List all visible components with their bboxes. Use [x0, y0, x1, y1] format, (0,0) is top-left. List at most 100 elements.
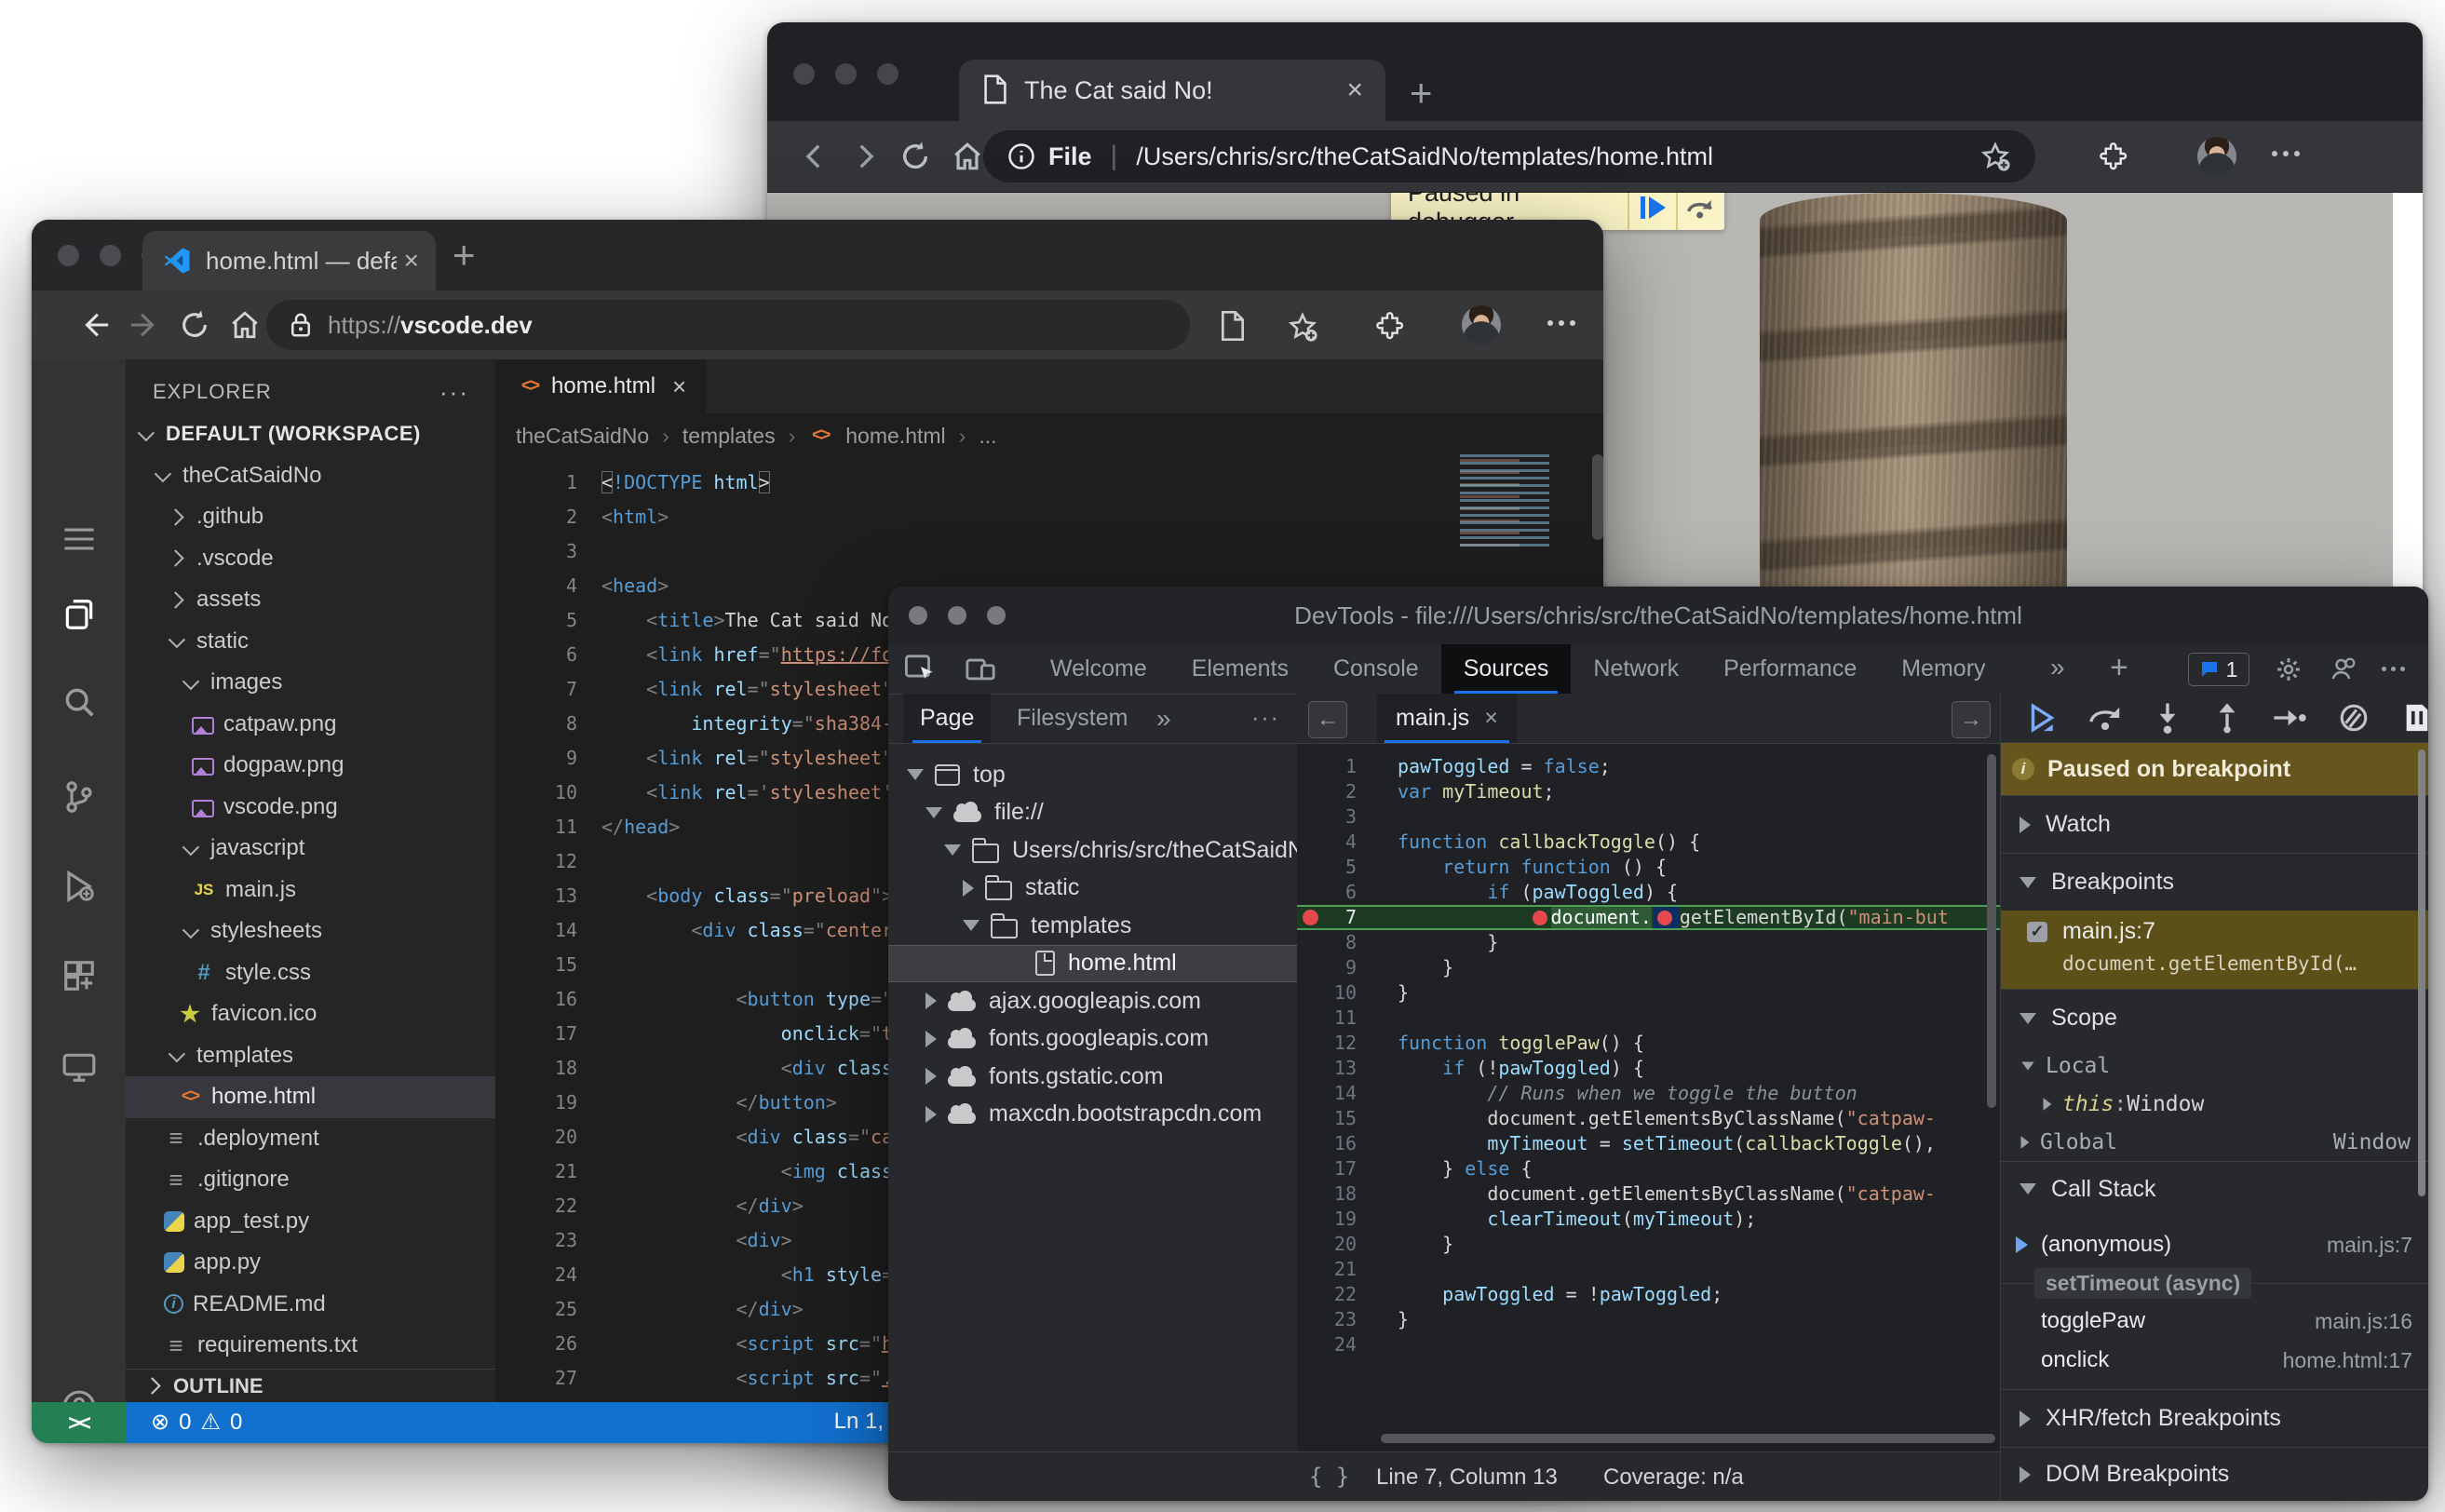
source-tab-mainjs[interactable]: main.js × — [1377, 694, 1517, 743]
source-line[interactable]: 2 var myTimeout; — [1297, 779, 2000, 804]
device-toolbar-icon[interactable] — [965, 655, 996, 684]
source-control-icon[interactable] — [32, 764, 126, 830]
source-line[interactable]: 6 if (pawToggled) { — [1297, 880, 2000, 905]
issues-badge[interactable]: 1 — [2188, 653, 2249, 686]
source-line[interactable]: 19 clearTimeout(myTimeout); — [1297, 1207, 2000, 1232]
menu-dots-icon[interactable] — [1547, 320, 1575, 326]
home-icon[interactable] — [229, 309, 261, 341]
explorer-item[interactable]: app_test.py — [126, 1201, 495, 1243]
breadcrumb-item[interactable]: theCatSaidNo — [516, 424, 649, 449]
resume-script-button[interactable] — [1628, 193, 1676, 230]
scope-row-this[interactable]: this: Window — [2001, 1085, 2428, 1123]
devtools-menu-dots-icon[interactable] — [2382, 667, 2405, 671]
source-line[interactable]: 3 — [1297, 804, 2000, 830]
address-bar[interactable]: File | /Users/chris/src/theCatSaidNo/tem… — [983, 130, 2035, 182]
forward-icon[interactable] — [128, 309, 160, 341]
bookmark-star-icon[interactable] — [1979, 141, 2011, 172]
source-line[interactable]: 18 document.getElementsByClassName("catp… — [1297, 1181, 2000, 1207]
minimize-button[interactable] — [835, 63, 857, 85]
new-tab-button[interactable]: + — [1410, 71, 1433, 115]
close-editor-icon[interactable]: × — [672, 372, 686, 401]
step-out-button[interactable] — [2213, 702, 2241, 734]
pause-on-exceptions-button[interactable] — [2401, 702, 2428, 734]
devtools-tab-elements[interactable]: Elements — [1169, 644, 1311, 694]
minimap[interactable] — [1460, 454, 1590, 559]
explorer-item[interactable]: .deployment — [126, 1118, 495, 1160]
code-line[interactable]: 3 — [495, 534, 1603, 569]
inline-breakpoint-icon[interactable] — [1656, 911, 1672, 925]
back-icon[interactable] — [799, 141, 831, 172]
close-tab-icon[interactable]: × — [1346, 74, 1363, 106]
navigator-item[interactable]: Users/chris/src/theCatSaidNo — [888, 831, 1297, 870]
extensions-puzzle-icon[interactable] — [2100, 142, 2129, 172]
explorer-item[interactable]: DEFAULT (WORKSPACE) — [126, 413, 495, 455]
deactivate-breakpoints-button[interactable] — [2338, 702, 2370, 734]
search-icon[interactable] — [32, 669, 126, 735]
source-line[interactable]: 8 } — [1297, 930, 2000, 955]
expander[interactable] — [2021, 1061, 2034, 1070]
source-line[interactable]: 20 } — [1297, 1232, 2000, 1257]
explorer-item[interactable]: requirements.txt — [126, 1325, 495, 1367]
step-into-button[interactable] — [2154, 702, 2182, 734]
breakpoint-marker[interactable] — [1303, 910, 1318, 925]
home-icon[interactable] — [952, 141, 983, 172]
tab-filesystem[interactable]: Filesystem — [1000, 694, 1144, 743]
new-tab-button[interactable]: + — [453, 233, 476, 277]
source-line[interactable]: 16 myTimeout = setTimeout(callbackToggle… — [1297, 1131, 2000, 1156]
xhr-breakpoints-section[interactable]: XHR/fetch Breakpoints — [2001, 1389, 2428, 1447]
explorer-item[interactable]: assets — [126, 579, 495, 621]
step-over-button[interactable] — [1676, 193, 1724, 230]
breakpoints-section[interactable]: Breakpoints — [2001, 853, 2428, 911]
open-in-new-icon[interactable]: → — [1952, 701, 1991, 738]
close-source-icon[interactable]: × — [1484, 705, 1498, 732]
source-line[interactable]: 9 } — [1297, 955, 2000, 980]
source-line[interactable]: 22 pawToggled = !pawToggled; — [1297, 1282, 2000, 1307]
breakpoint-entry[interactable]: ✓ main.js:7 document.getElementById(… — [2001, 911, 2428, 989]
source-code[interactable]: 1 pawToggled = false; 2 var myTimeout; 3 4 fun… — [1297, 743, 2000, 1464]
explorer-item[interactable]: theCatSaidNo — [126, 455, 495, 497]
expander[interactable] — [2043, 1097, 2052, 1111]
step-over-button[interactable] — [2088, 704, 2122, 732]
navigator-item[interactable]: file:// — [888, 794, 1297, 832]
explorer-item[interactable]: .github — [126, 496, 495, 538]
explorer-item[interactable]: README.md — [126, 1284, 495, 1326]
explorer-item[interactable]: templates — [126, 1035, 495, 1077]
breadcrumb-item[interactable]: ... — [979, 424, 996, 449]
remote-explorer-icon[interactable] — [32, 1034, 126, 1100]
source-line[interactable]: 12 function togglePaw() { — [1297, 1031, 2000, 1056]
address-bar[interactable]: https://vscode.dev — [266, 300, 1190, 350]
navigator-item[interactable]: fonts.gstatic.com — [888, 1058, 1297, 1096]
code-line[interactable]: 1 <!DOCTYPE html> — [495, 466, 1603, 500]
navigator-item[interactable]: templates — [888, 907, 1297, 945]
outline-section[interactable]: OUTLINE — [126, 1369, 495, 1402]
profile-icon[interactable] — [2330, 655, 2357, 683]
problems-indicator[interactable]: ⊗ 0 ⚠ 0 — [151, 1409, 242, 1436]
cursor-position[interactable]: Ln 1, — [772, 1409, 884, 1435]
source-line[interactable]: 11 — [1297, 1006, 2000, 1031]
minimize-button[interactable] — [100, 245, 121, 266]
tabs-overflow-icon[interactable]: » — [2050, 644, 2065, 694]
minimize-button[interactable] — [948, 606, 966, 625]
stack-frame[interactable]: togglePaw main.js:16 — [2001, 1302, 2428, 1341]
explorer-item[interactable]: dogpaw.png — [126, 745, 495, 787]
info-icon[interactable] — [1007, 142, 1035, 170]
close-button[interactable] — [909, 606, 927, 625]
source-line[interactable]: 17 } else { — [1297, 1156, 2000, 1181]
explorer-item[interactable]: main.js — [126, 870, 495, 911]
resume-button[interactable] — [2025, 702, 2057, 734]
lock-icon[interactable] — [289, 311, 313, 339]
expander[interactable] — [2020, 1135, 2030, 1149]
source-line[interactable]: 21 — [1297, 1257, 2000, 1282]
run-debug-icon[interactable] — [32, 854, 126, 919]
code-line[interactable]: 2 <html> — [495, 500, 1603, 534]
profile-avatar[interactable] — [2197, 137, 2236, 176]
close-tab-icon[interactable]: × — [404, 246, 419, 276]
watch-section[interactable]: Watch — [2001, 795, 2428, 853]
debugger-scrollbar[interactable] — [2418, 749, 2425, 1196]
source-line[interactable]: 4 function callbackToggle() { — [1297, 830, 2000, 855]
editor-scrollbar[interactable] — [1592, 454, 1603, 540]
scope-section[interactable]: Scope — [2001, 989, 2428, 1046]
hide-navigator-icon[interactable]: ← — [1308, 701, 1347, 738]
browser-tab[interactable]: home.html — default (Workspa × — [142, 231, 436, 290]
devtools-tab-network[interactable]: Network — [1571, 644, 1701, 694]
